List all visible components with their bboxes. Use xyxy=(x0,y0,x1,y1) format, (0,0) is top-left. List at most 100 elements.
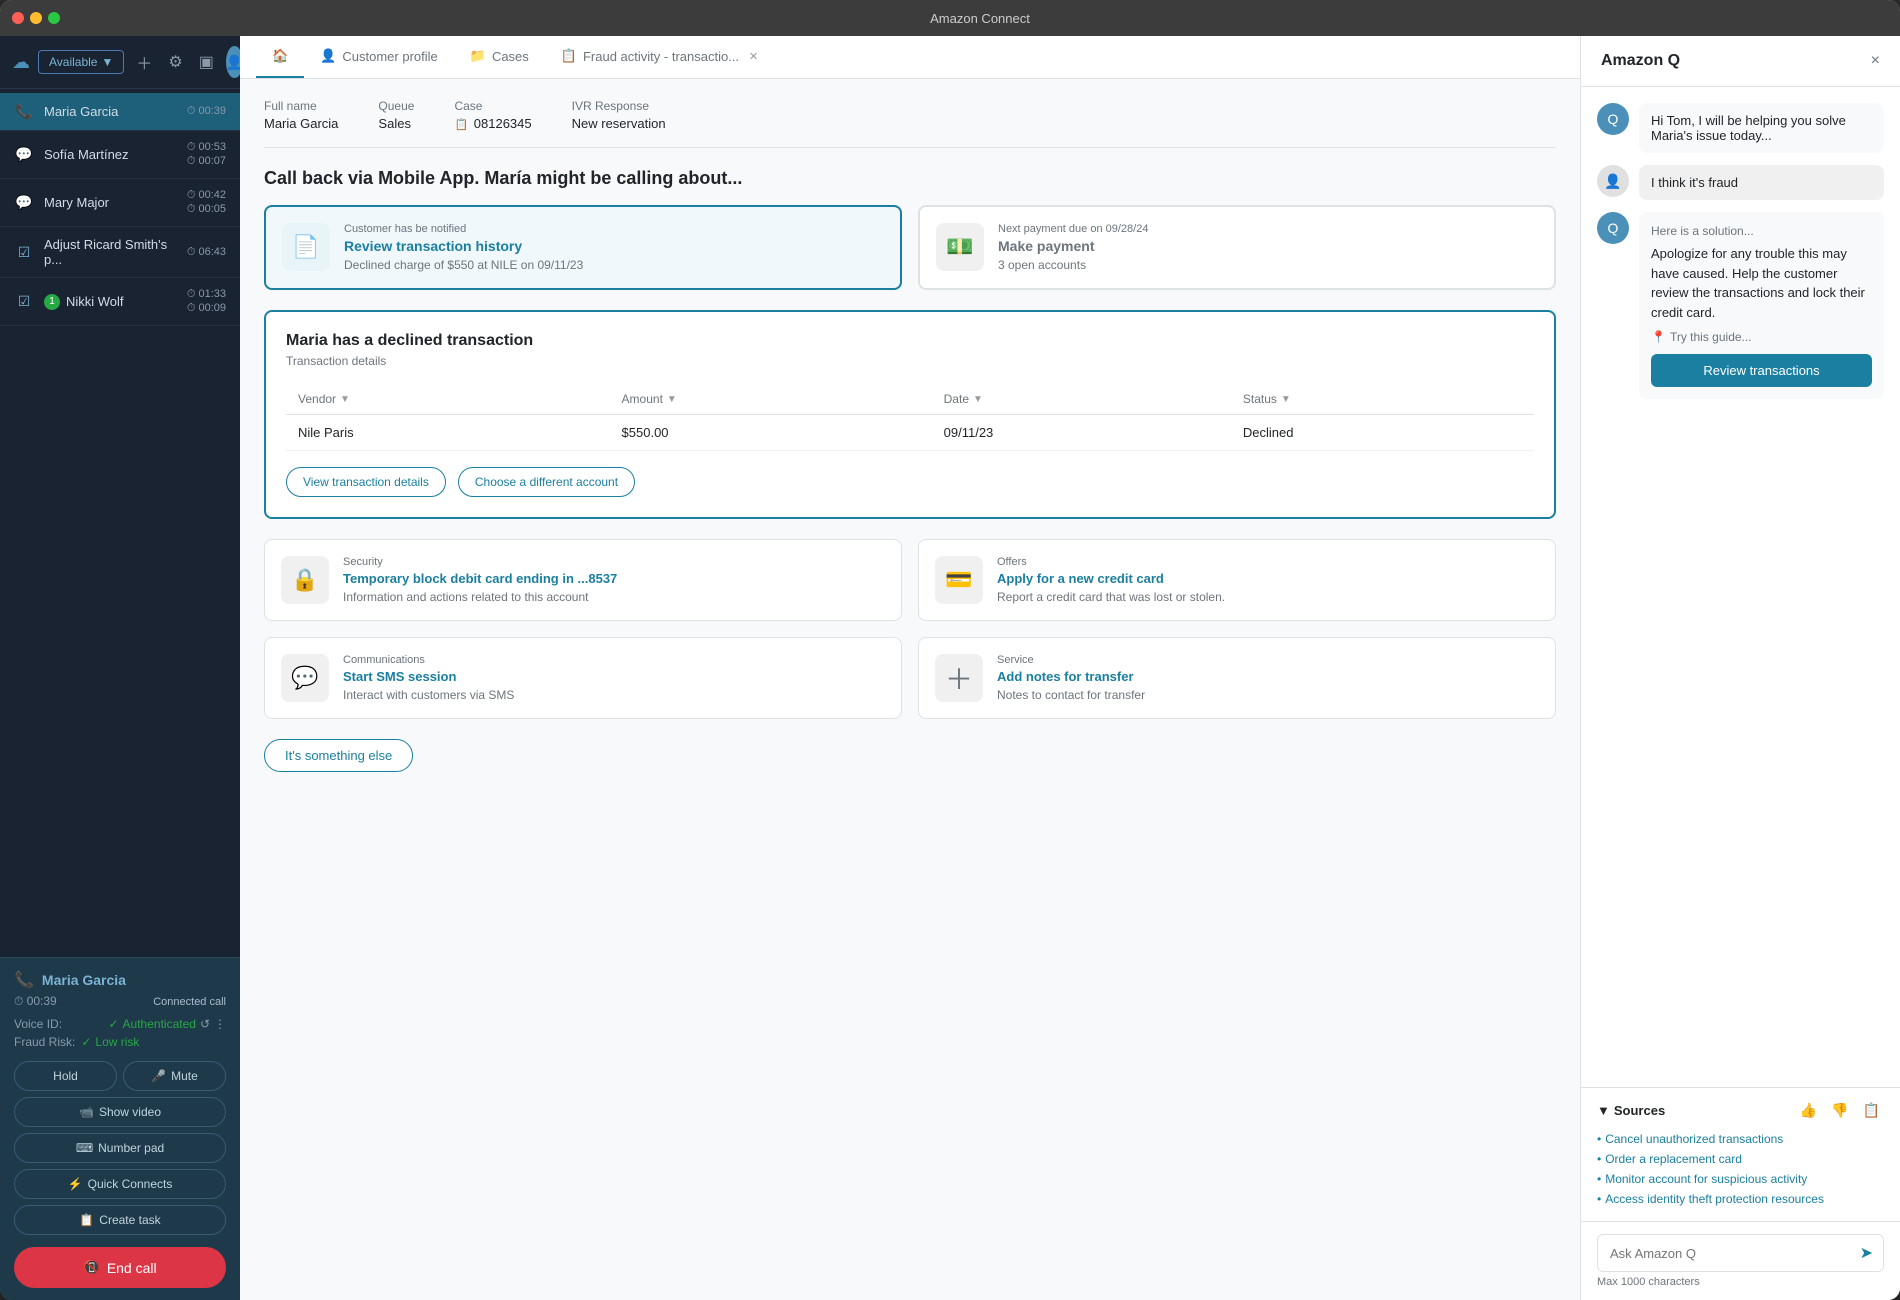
tab-cases[interactable]: 📁 Cases xyxy=(454,36,545,78)
service-card-title-credit: Apply for a new credit card xyxy=(997,571,1539,586)
tab-customer-profile[interactable]: 👤 Customer profile xyxy=(304,36,454,78)
doc-icon: 📋 xyxy=(561,48,577,64)
logo-icon[interactable]: ☁ xyxy=(12,52,30,73)
refresh-icon[interactable]: ↺ xyxy=(200,1017,210,1031)
view-transaction-details-button[interactable]: View transaction details xyxy=(286,467,446,497)
q-message-user: 👤 I think it's fraud xyxy=(1597,165,1884,200)
hold-button[interactable]: Hold xyxy=(14,1061,117,1091)
service-card-sms[interactable]: 💬 Communications Start SMS session Inter… xyxy=(264,637,902,719)
voice-id-value: ✓ Authenticated ↺ ⋮ xyxy=(108,1017,226,1031)
create-task-button[interactable]: 📋 Create task xyxy=(14,1205,226,1235)
mute-button[interactable]: 🎤 Mute xyxy=(123,1061,226,1091)
active-call-phone-icon: 📞 xyxy=(14,970,34,990)
number-pad-button[interactable]: ⌨ Number pad xyxy=(14,1133,226,1163)
q-user-avatar: 👤 xyxy=(1597,165,1629,197)
contact-item[interactable]: ☑ 1 Nikki Wolf ⏱ 01:33 ⏱ 00:09 xyxy=(0,278,240,326)
tab-home[interactable]: 🏠 xyxy=(256,36,304,78)
contact-item[interactable]: ☑ Adjust Ricard Smith's p... ⏱ 06:43 xyxy=(0,227,240,278)
tab-close-fraud[interactable]: ✕ xyxy=(749,50,758,63)
settings-button[interactable]: ⚙ xyxy=(164,48,186,76)
service-card-notes[interactable]: ＋ Service Add notes for transfer Notes t… xyxy=(918,637,1556,719)
contact-time2: ⏱ 00:09 xyxy=(187,302,226,315)
add-button[interactable]: ＋ xyxy=(132,46,156,78)
q-send-button[interactable]: ➤ xyxy=(1850,1235,1883,1271)
contact-item[interactable]: 💬 Mary Major ⏱ 00:42 ⏱ 00:05 xyxy=(0,179,240,227)
voice-id-label: Voice ID: xyxy=(14,1017,62,1031)
contact-time1: ⏱ 00:39 xyxy=(187,105,226,118)
service-card-desc-sms: Interact with customers via SMS xyxy=(343,688,885,702)
end-call-icon: 📵 xyxy=(83,1259,100,1276)
amazon-q-close-button[interactable]: × xyxy=(1871,52,1880,70)
table-row: Nile Paris $550.00 09/11/23 Declined xyxy=(286,415,1534,451)
source-item[interactable]: Access identity theft protection resourc… xyxy=(1597,1189,1884,1209)
lock-icon: 🔒 xyxy=(281,556,329,604)
q-input-row: ➤ xyxy=(1597,1234,1884,1272)
ivr-value: New reservation xyxy=(572,116,666,131)
service-card-content-credit: Offers Apply for a new credit card Repor… xyxy=(997,556,1539,604)
amazon-q-title: Amazon Q xyxy=(1601,52,1680,70)
amount-column-header[interactable]: Amount ▼ xyxy=(622,392,920,406)
profile-icon: 👤 xyxy=(320,48,336,64)
sidebar-header: ☁ Available ▼ ＋ ⚙ ▣ 👤 xyxy=(0,36,240,89)
window-title: Amazon Connect xyxy=(72,11,1888,26)
add-notes-icon: ＋ xyxy=(935,654,983,702)
lightning-icon: ⚡ xyxy=(68,1177,83,1191)
contact-time2: ⏱ 00:05 xyxy=(187,203,226,216)
location-icon: 📍 xyxy=(1651,330,1666,344)
end-call-button[interactable]: 📵 End call xyxy=(14,1247,226,1288)
date-column-header[interactable]: Date ▼ xyxy=(944,392,1219,406)
service-card-content-notes: Service Add notes for transfer Notes to … xyxy=(997,654,1539,702)
source-item[interactable]: Cancel unauthorized transactions xyxy=(1597,1129,1884,1149)
service-card-title-block: Temporary block debit card ending in ...… xyxy=(343,571,885,586)
q-sources-toggle[interactable]: ▼ Sources xyxy=(1597,1103,1665,1118)
source-item[interactable]: Monitor account for suspicious activity xyxy=(1597,1169,1884,1189)
layout-button[interactable]: ▣ xyxy=(195,48,218,76)
queue-field: Queue Sales xyxy=(378,99,414,131)
service-card-block[interactable]: 🔒 Security Temporary block debit card en… xyxy=(264,539,902,621)
q-sources-header: ▼ Sources 👍 👎 📋 xyxy=(1597,1100,1884,1121)
suggestion-card-review[interactable]: 📄 Customer has be notified Review transa… xyxy=(264,205,902,290)
contact-item[interactable]: 📞 Maria Garcia ⏱ 00:39 xyxy=(0,93,240,131)
queue-value: Sales xyxy=(378,116,414,131)
tab-fraud-activity[interactable]: 📋 Fraud activity - transactio... ✕ xyxy=(545,36,774,78)
q-solution-label: Here is a solution... xyxy=(1651,224,1872,238)
contact-times: ⏱ 01:33 ⏱ 00:09 xyxy=(187,288,226,315)
q-review-transactions-button[interactable]: Review transactions xyxy=(1651,354,1872,387)
task-icon: ☑ xyxy=(14,244,34,261)
vendor-column-header[interactable]: Vendor ▼ xyxy=(298,392,598,406)
card-content-review: Customer has be notified Review transact… xyxy=(344,223,884,272)
maximize-dot[interactable] xyxy=(48,12,60,24)
status-column-header[interactable]: Status ▼ xyxy=(1243,392,1522,406)
phone-icon: 📞 xyxy=(14,103,34,120)
minimize-dot[interactable] xyxy=(30,12,42,24)
something-else-button[interactable]: It's something else xyxy=(264,739,413,772)
thumbs-up-button[interactable]: 👍 xyxy=(1796,1100,1821,1121)
contact-item[interactable]: 💬 Sofía Martínez ⏱ 00:53 ⏱ 00:07 xyxy=(0,131,240,179)
q-input-field[interactable] xyxy=(1598,1237,1850,1270)
source-item[interactable]: Order a replacement card xyxy=(1597,1149,1884,1169)
card-payment-icon: 💵 xyxy=(936,223,984,271)
quick-connects-button[interactable]: ⚡ Quick Connects xyxy=(14,1169,226,1199)
amazon-q-messages: Q Hi Tom, I will be helping you solve Ma… xyxy=(1581,87,1900,1087)
card-desc-review: Declined charge of $550 at NILE on 09/11… xyxy=(344,258,884,272)
notification-badge: 1 xyxy=(44,294,60,310)
q-solution-block: Here is a solution... Apologize for any … xyxy=(1639,212,1884,399)
amount-cell: $550.00 xyxy=(610,415,932,451)
service-card-credit[interactable]: 💳 Offers Apply for a new credit card Rep… xyxy=(918,539,1556,621)
status-button[interactable]: Available ▼ xyxy=(38,50,124,74)
more-icon[interactable]: ⋮ xyxy=(214,1017,226,1031)
contact-list: 📞 Maria Garcia ⏱ 00:39 💬 Sofía Martínez … xyxy=(0,89,240,957)
show-video-button[interactable]: 📹 Show video xyxy=(14,1097,226,1127)
suggestion-card-payment[interactable]: 💵 Next payment due on 09/28/24 Make paym… xyxy=(918,205,1556,290)
close-dot[interactable] xyxy=(12,12,24,24)
q-input-area: ➤ Max 1000 characters xyxy=(1581,1221,1900,1300)
copy-button[interactable]: 📋 xyxy=(1859,1100,1884,1121)
thumbs-down-button[interactable]: 👎 xyxy=(1827,1100,1852,1121)
task-icon: ☑ xyxy=(14,293,34,310)
transaction-subtitle: Transaction details xyxy=(286,354,1534,368)
credit-card-icon: 💳 xyxy=(935,556,983,604)
card-desc-payment: 3 open accounts xyxy=(998,258,1538,272)
contact-time1: ⏱ 01:33 xyxy=(187,288,226,301)
choose-different-account-button[interactable]: Choose a different account xyxy=(458,467,635,497)
status-label: Available xyxy=(49,55,97,69)
